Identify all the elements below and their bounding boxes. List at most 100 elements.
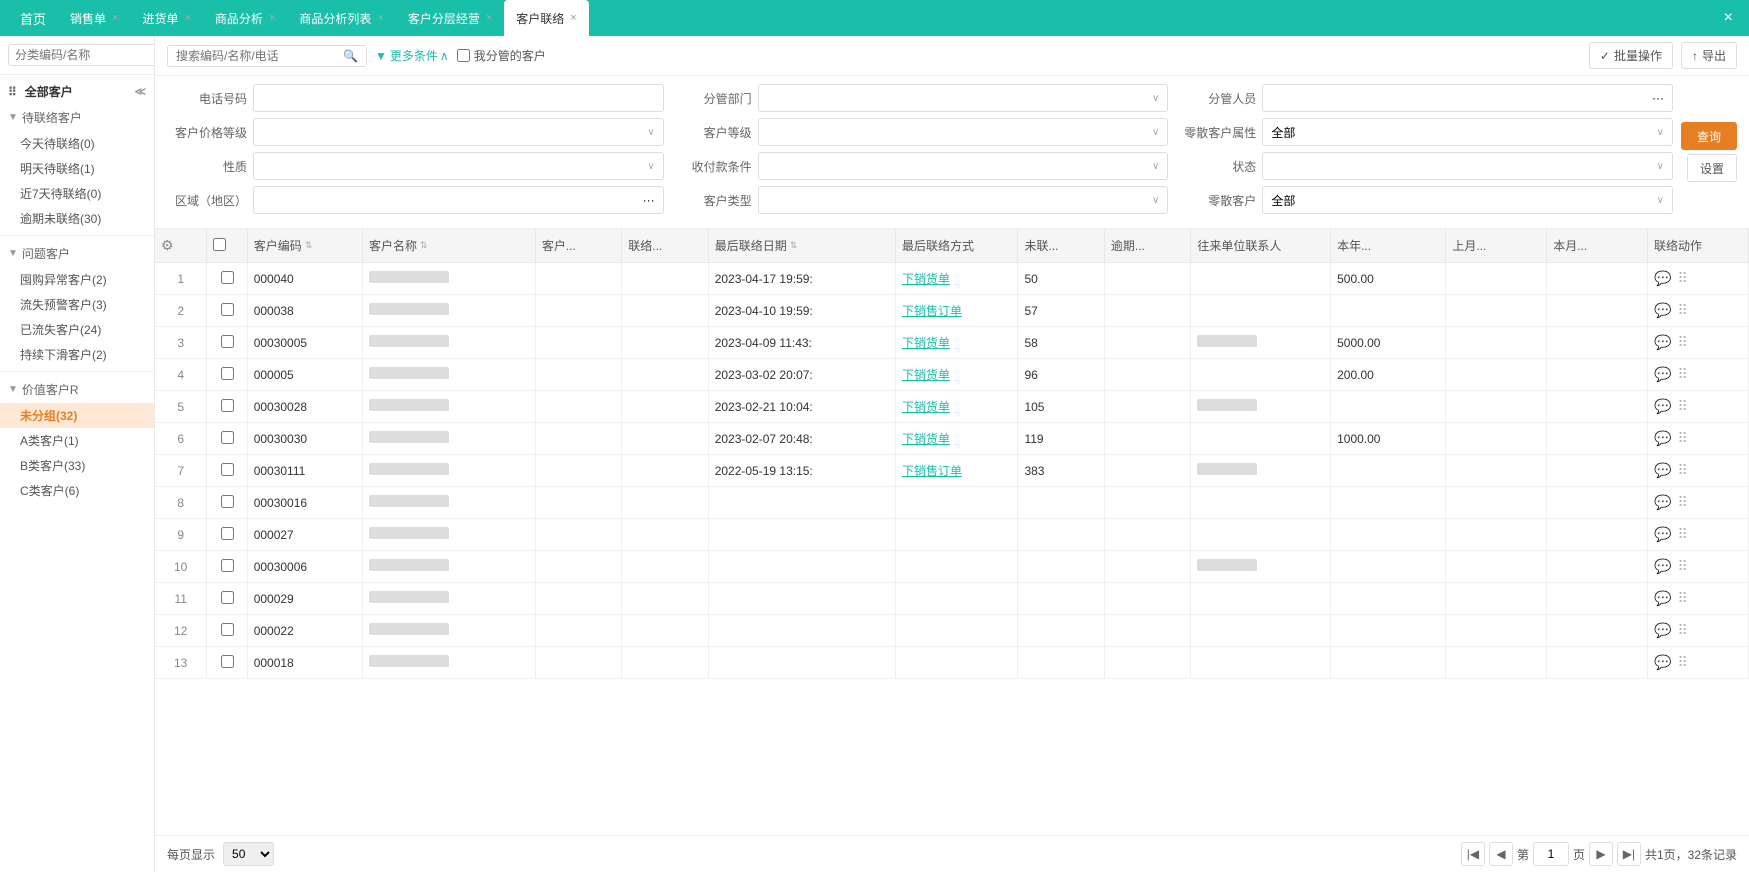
cell-lastway[interactable]: 下销货单: [895, 423, 1017, 455]
contact-icon[interactable]: 💬: [1654, 334, 1671, 351]
cell-check[interactable]: [207, 583, 247, 615]
cell-check[interactable]: [207, 647, 247, 679]
contact-icon[interactable]: 💬: [1654, 430, 1671, 447]
contact-icon[interactable]: 💬: [1654, 622, 1671, 639]
gear-icon[interactable]: ⚙: [161, 237, 174, 253]
cell-check[interactable]: [207, 263, 247, 295]
row-checkbox[interactable]: [221, 399, 234, 412]
nav-close-all[interactable]: ×: [1716, 9, 1741, 27]
more-icon[interactable]: ⠿: [1677, 558, 1687, 575]
more-icon[interactable]: ⠿: [1677, 366, 1687, 383]
group-problem-customers[interactable]: ▼ 问题客户: [0, 240, 154, 267]
lastway-link[interactable]: 下销货单: [902, 432, 950, 446]
batch-op-button[interactable]: ✓ 批量操作: [1589, 42, 1673, 69]
sidebar-item-abnormal[interactable]: 囤购异常客户(2): [0, 267, 154, 292]
th-code[interactable]: 客户编码⇅: [247, 229, 362, 263]
th-thismonth[interactable]: 本月...: [1547, 229, 1648, 263]
cell-lastway[interactable]: 下销售订单: [895, 455, 1017, 487]
more-icon[interactable]: ⠿: [1677, 302, 1687, 319]
more-icon[interactable]: ⠿: [1677, 398, 1687, 415]
sidebar-item-class-a[interactable]: A类客户(1): [0, 428, 154, 453]
row-checkbox[interactable]: [221, 623, 234, 636]
sidebar-item-churn-warn[interactable]: 流失预警客户(3): [0, 292, 154, 317]
cell-lastway[interactable]: [895, 519, 1017, 551]
th-thisyear[interactable]: 本年...: [1331, 229, 1446, 263]
sidebar-item-overdue[interactable]: 逾期未联络(30): [0, 206, 154, 231]
sidebar-item-today[interactable]: 今天待联络(0): [0, 131, 154, 156]
th-lastway[interactable]: 最后联络方式: [895, 229, 1017, 263]
contact-icon[interactable]: 💬: [1654, 494, 1671, 511]
cell-lastway[interactable]: [895, 551, 1017, 583]
lastway-link[interactable]: 下销货单: [902, 336, 950, 350]
cell-lastway[interactable]: [895, 487, 1017, 519]
prev-page-btn[interactable]: ◀: [1489, 842, 1513, 866]
select-price-level[interactable]: ∨: [253, 118, 664, 146]
next-page-btn[interactable]: ▶: [1589, 842, 1613, 866]
cell-lastway[interactable]: 下销货单: [895, 391, 1017, 423]
select-customer-level[interactable]: ∨: [758, 118, 1169, 146]
filter-search-input[interactable]: [176, 49, 343, 63]
lastway-link[interactable]: 下销货单: [902, 368, 950, 382]
th-unlinkdays[interactable]: 未联...: [1018, 229, 1104, 263]
cell-check[interactable]: [207, 487, 247, 519]
more-icon[interactable]: ⠿: [1677, 334, 1687, 351]
sidebar-item-class-c[interactable]: C类客户(6): [0, 478, 154, 503]
contact-icon[interactable]: 💬: [1654, 398, 1671, 415]
select-all-checkbox[interactable]: [213, 238, 226, 251]
filter-search-icon[interactable]: 🔍: [343, 49, 358, 63]
last-page-btn[interactable]: ▶|: [1617, 842, 1641, 866]
my-customers-filter[interactable]: 我分管的客户: [457, 47, 546, 64]
nav-tab-analysis-list[interactable]: 商品分析列表 ×: [287, 0, 395, 36]
th-contact[interactable]: 联络...: [622, 229, 708, 263]
sidebar-search-input[interactable]: [8, 44, 155, 66]
select-nature[interactable]: ∨: [253, 152, 664, 180]
close-analysis-tab[interactable]: ×: [269, 12, 275, 24]
sidebar-item-declining[interactable]: 持续下滑客户(2): [0, 342, 154, 367]
nav-tab-purchase[interactable]: 进货单 ×: [130, 0, 202, 36]
lastway-link[interactable]: 下销售订单: [902, 304, 962, 318]
contact-icon[interactable]: 💬: [1654, 590, 1671, 607]
select-customer-type[interactable]: ∨: [758, 186, 1169, 214]
page-number-input[interactable]: [1533, 842, 1569, 866]
cell-check[interactable]: [207, 615, 247, 647]
contact-icon[interactable]: 💬: [1654, 654, 1671, 671]
cell-lastway[interactable]: [895, 647, 1017, 679]
sidebar-item-tomorrow[interactable]: 明天待联络(1): [0, 156, 154, 181]
my-customers-checkbox[interactable]: [457, 49, 470, 62]
th-lastmonth[interactable]: 上月...: [1446, 229, 1547, 263]
nav-tab-sales[interactable]: 销售单 ×: [58, 0, 130, 36]
select-dept[interactable]: ∨: [758, 84, 1169, 112]
cell-lastway[interactable]: 下销货单: [895, 327, 1017, 359]
first-page-btn[interactable]: |◀: [1461, 842, 1485, 866]
row-checkbox[interactable]: [221, 591, 234, 604]
close-customer-tier-tab[interactable]: ×: [486, 12, 492, 24]
row-checkbox[interactable]: [221, 431, 234, 444]
row-checkbox[interactable]: [221, 271, 234, 284]
close-sales-tab[interactable]: ×: [112, 12, 118, 24]
lastway-link[interactable]: 下销售订单: [902, 464, 962, 478]
sidebar-item-ungroup[interactable]: 未分组(32): [0, 403, 154, 428]
lastway-link[interactable]: 下销货单: [902, 272, 950, 286]
cell-check[interactable]: [207, 423, 247, 455]
select-person[interactable]: ···: [1262, 84, 1673, 112]
more-icon[interactable]: ⠿: [1677, 270, 1687, 287]
nav-tab-analysis[interactable]: 商品分析 ×: [203, 0, 287, 36]
th-check[interactable]: [207, 229, 247, 263]
more-icon[interactable]: ⠿: [1677, 462, 1687, 479]
row-checkbox[interactable]: [221, 335, 234, 348]
collapse-sidebar-icon[interactable]: ≪: [134, 85, 146, 98]
query-button[interactable]: 查询: [1681, 122, 1737, 150]
select-payment[interactable]: ∨: [758, 152, 1169, 180]
close-purchase-tab[interactable]: ×: [184, 12, 190, 24]
row-checkbox[interactable]: [221, 303, 234, 316]
select-status[interactable]: ∨: [1262, 152, 1673, 180]
cell-lastway[interactable]: [895, 615, 1017, 647]
cell-check[interactable]: [207, 359, 247, 391]
cell-check[interactable]: [207, 391, 247, 423]
cell-check[interactable]: [207, 455, 247, 487]
row-checkbox[interactable]: [221, 367, 234, 380]
th-contacts[interactable]: 往来单位联系人: [1191, 229, 1331, 263]
row-checkbox[interactable]: [221, 495, 234, 508]
more-icon[interactable]: ⠿: [1677, 622, 1687, 639]
th-type[interactable]: 客户...: [535, 229, 621, 263]
